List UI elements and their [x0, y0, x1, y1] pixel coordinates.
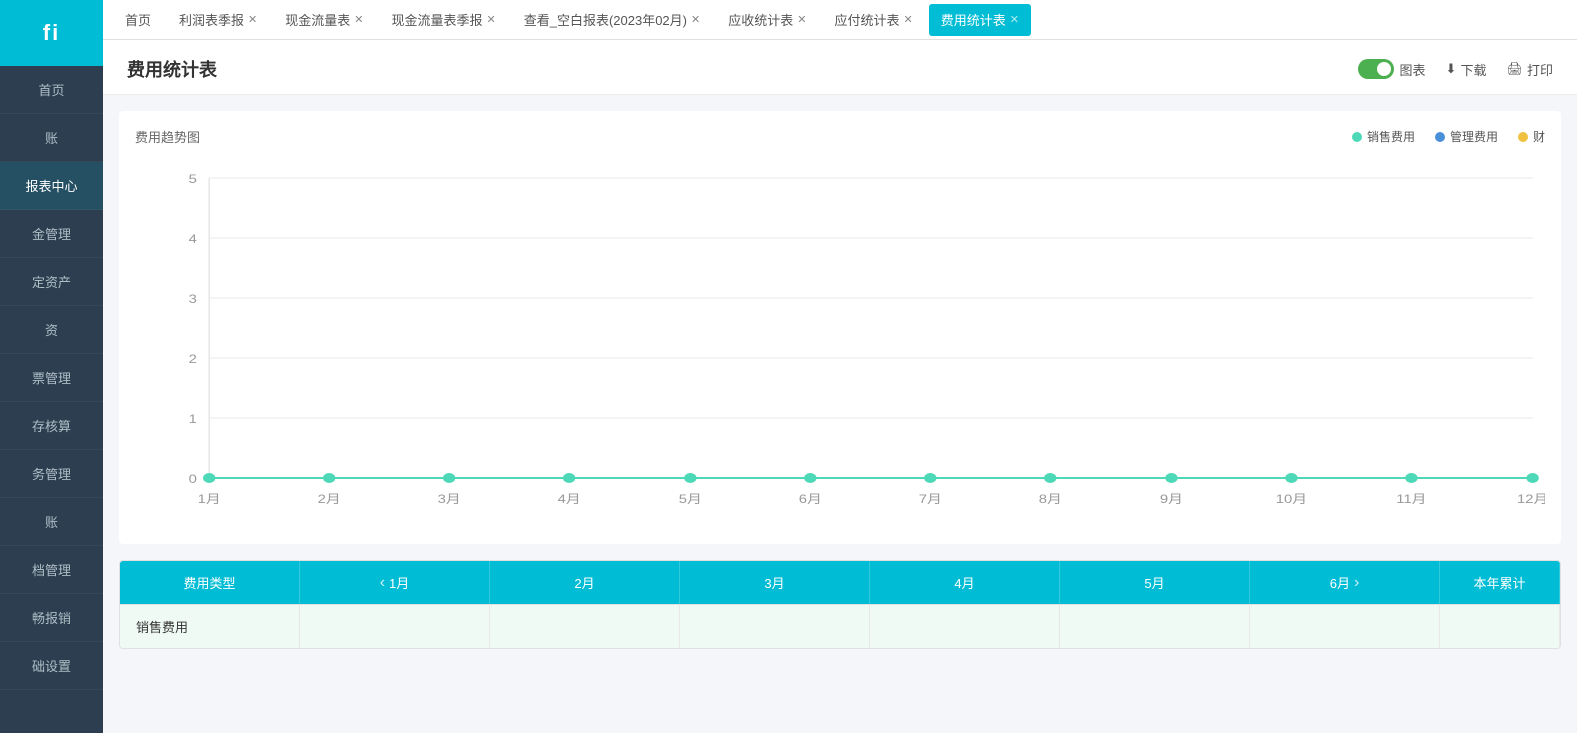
- header-actions: 图表 ⬇ 下载 🖨 打印: [1358, 59, 1553, 79]
- td-m1: [300, 605, 490, 648]
- sidebar-item-finance[interactable]: 金管理: [0, 210, 103, 258]
- svg-text:3: 3: [189, 292, 197, 305]
- content-area: 费用统计表 图表 ⬇ 下载 🖨 打印 费用趋势图: [103, 40, 1577, 733]
- tab-expense-stats[interactable]: 费用统计表 ✕: [929, 4, 1031, 36]
- table-row: 销售费用: [120, 604, 1560, 648]
- sidebar-item-tickets[interactable]: 票管理: [0, 354, 103, 402]
- th-month4: 4月: [870, 561, 1060, 604]
- svg-text:5月: 5月: [679, 492, 702, 505]
- tab-close-cashflow[interactable]: ✕: [354, 13, 363, 26]
- svg-text:2: 2: [189, 352, 197, 365]
- sidebar-item-assets[interactable]: 定资产: [0, 258, 103, 306]
- sidebar-item-inventory[interactable]: 存核算: [0, 402, 103, 450]
- th-ytd: 本年累计: [1440, 561, 1560, 604]
- tab-close-payable[interactable]: ✕: [903, 13, 912, 26]
- svg-text:4: 4: [189, 232, 198, 245]
- table-header: 费用类型 ‹ 1月 2月 3月 4月 5月 6月 › 本年累计: [120, 561, 1560, 604]
- legend-admin: 管理费用: [1435, 128, 1498, 145]
- sidebar-item-archive[interactable]: 档管理: [0, 546, 103, 594]
- sidebar-item-settings[interactable]: 础设置: [0, 642, 103, 690]
- sidebar: fi 首页 账 报表中心 金管理 定资产 资 票管理 存核算 务管理 账 档管理…: [0, 0, 103, 733]
- sidebar-item-ledger[interactable]: 账: [0, 498, 103, 546]
- tab-close-blank-report[interactable]: ✕: [691, 13, 700, 26]
- tab-profit-quarter[interactable]: 利润表季报 ✕: [167, 4, 269, 36]
- trend-chart: 0 1 2 3 4 5: [135, 158, 1545, 528]
- legend-finance: 财: [1518, 128, 1545, 145]
- chart-section: 费用趋势图 销售费用 管理费用 财: [119, 111, 1561, 544]
- sidebar-item-reports[interactable]: 报表中心: [0, 162, 103, 210]
- chart-toggle-switch[interactable]: [1358, 59, 1394, 79]
- sidebar-item-service[interactable]: 务管理: [0, 450, 103, 498]
- td-m5: [1060, 605, 1250, 648]
- svg-text:12月: 12月: [1517, 492, 1545, 505]
- next-month-arrow[interactable]: ›: [1354, 574, 1359, 592]
- svg-text:2月: 2月: [318, 492, 341, 505]
- chart-title: 费用趋势图: [135, 127, 200, 146]
- sidebar-item-home[interactable]: 首页: [0, 66, 103, 114]
- th-month1: ‹ 1月: [300, 561, 490, 604]
- tab-cashflow-quarter[interactable]: 现金流量表季报 ✕: [379, 4, 507, 36]
- tab-home[interactable]: 首页: [113, 4, 163, 36]
- sidebar-item-account[interactable]: 账: [0, 114, 103, 162]
- chart-header: 费用趋势图 销售费用 管理费用 财: [135, 127, 1545, 146]
- svg-text:10月: 10月: [1276, 492, 1307, 505]
- chart-toggle-label: 图表: [1358, 59, 1426, 79]
- prev-month-arrow[interactable]: ‹: [380, 574, 385, 592]
- th-month2: 2月: [490, 561, 680, 604]
- svg-text:6月: 6月: [799, 492, 822, 505]
- expense-table: 费用类型 ‹ 1月 2月 3月 4月 5月 6月 › 本年累计 销售费用: [119, 560, 1561, 649]
- th-month6: 6月 ›: [1250, 561, 1440, 604]
- tab-cashflow[interactable]: 现金流量表 ✕: [273, 4, 375, 36]
- tab-payable[interactable]: 应付统计表 ✕: [822, 4, 924, 36]
- tab-bar: 首页 利润表季报 ✕ 现金流量表 ✕ 现金流量表季报 ✕ 查看_空白报表(202…: [103, 0, 1577, 40]
- td-m4: [870, 605, 1060, 648]
- download-button[interactable]: ⬇ 下载: [1446, 60, 1487, 79]
- tab-receivable[interactable]: 应收统计表 ✕: [716, 4, 818, 36]
- print-icon: 🖨: [1506, 61, 1523, 77]
- svg-text:4月: 4月: [558, 492, 581, 505]
- tab-blank-report[interactable]: 查看_空白报表(2023年02月) ✕: [512, 4, 713, 36]
- svg-text:0: 0: [189, 472, 197, 485]
- tab-close-profit-quarter[interactable]: ✕: [248, 13, 257, 26]
- legend-dot-admin: [1435, 132, 1445, 142]
- legend-dot-finance: [1518, 132, 1528, 142]
- svg-text:5: 5: [189, 172, 197, 185]
- svg-text:11月: 11月: [1396, 492, 1426, 505]
- th-expense-type: 费用类型: [120, 561, 300, 604]
- td-m2: [490, 605, 680, 648]
- tab-close-receivable[interactable]: ✕: [797, 13, 806, 26]
- svg-text:1: 1: [189, 412, 197, 425]
- th-month5: 5月: [1060, 561, 1250, 604]
- svg-text:8月: 8月: [1039, 492, 1062, 505]
- legend-sales: 销售费用: [1352, 128, 1415, 145]
- sidebar-logo: fi: [0, 0, 103, 66]
- tab-close-expense-stats[interactable]: ✕: [1010, 13, 1019, 26]
- td-m6: [1250, 605, 1440, 648]
- tab-close-cashflow-quarter[interactable]: ✕: [487, 13, 496, 26]
- sidebar-item-capital[interactable]: 资: [0, 306, 103, 354]
- th-month3: 3月: [680, 561, 870, 604]
- svg-text:9月: 9月: [1160, 492, 1183, 505]
- page-header: 费用统计表 图表 ⬇ 下载 🖨 打印: [103, 40, 1577, 95]
- svg-text:7月: 7月: [919, 492, 942, 505]
- svg-text:3月: 3月: [438, 492, 461, 505]
- legend-dot-sales: [1352, 132, 1362, 142]
- svg-text:1月: 1月: [198, 492, 221, 505]
- chart-container: 0 1 2 3 4 5: [135, 158, 1545, 528]
- print-button[interactable]: 🖨 打印: [1506, 60, 1553, 79]
- td-m3: [680, 605, 870, 648]
- page-title: 费用统计表: [127, 56, 217, 82]
- sidebar-item-expense[interactable]: 畅报销: [0, 594, 103, 642]
- download-icon: ⬇: [1446, 61, 1457, 77]
- chart-legend: 销售费用 管理费用 财: [1352, 128, 1545, 145]
- td-type: 销售费用: [120, 605, 300, 648]
- main-area: 首页 利润表季报 ✕ 现金流量表 ✕ 现金流量表季报 ✕ 查看_空白报表(202…: [103, 0, 1577, 733]
- td-ytd: [1440, 605, 1560, 648]
